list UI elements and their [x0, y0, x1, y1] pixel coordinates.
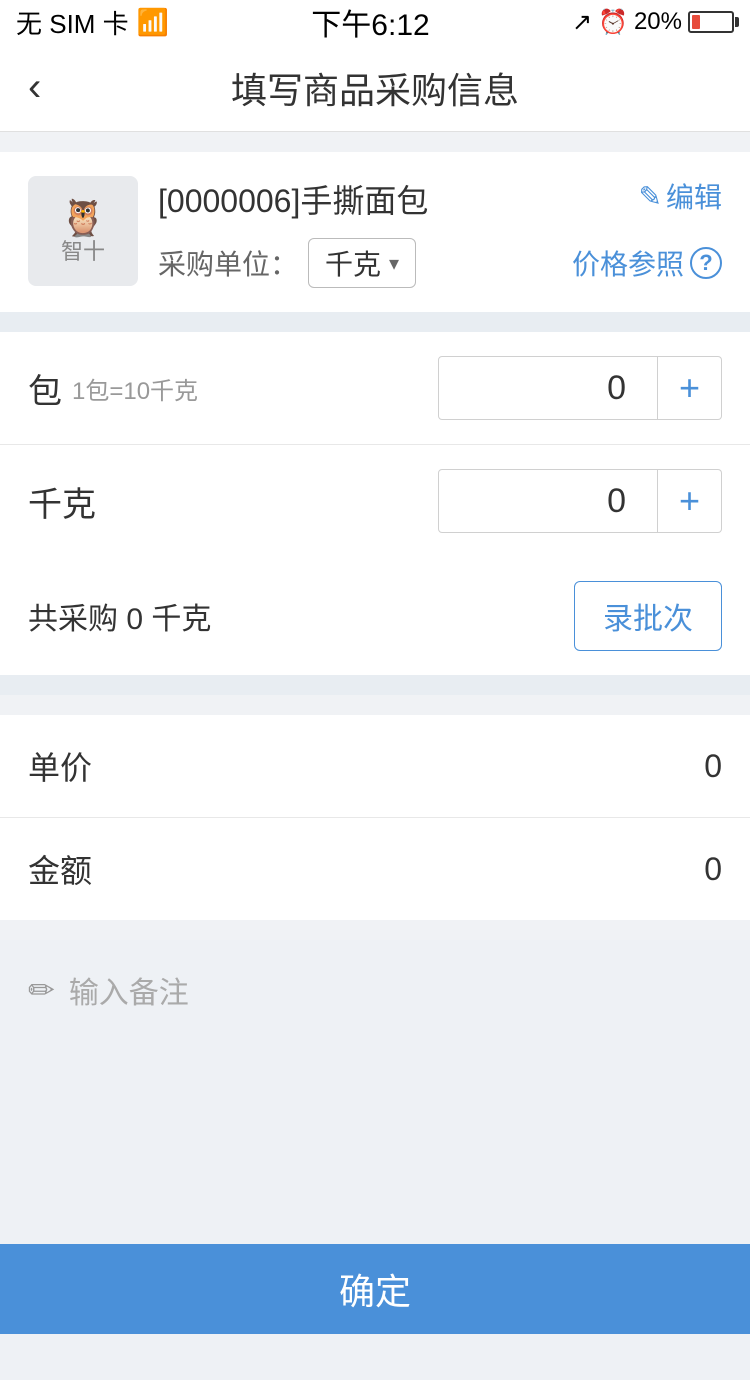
product-card: 🦉 智十 [0000006]手撕面包 ✎ 编辑 采购单位： 千克 ▾ 价格参照 [0, 152, 750, 312]
amount-label: 金额 [28, 846, 92, 892]
wifi-icon: 📶 [137, 7, 169, 38]
unit-value: 千克 [325, 243, 381, 283]
amount-row: 金额 0 [0, 818, 750, 920]
unit-select[interactable]: 千克 ▾ [308, 238, 416, 288]
battery-icon [688, 11, 734, 33]
note-section[interactable]: ✏ 输入备注 [0, 940, 750, 1040]
alarm-icon: ⏰ [598, 8, 628, 37]
confirm-button[interactable]: 确定 [0, 1244, 750, 1334]
sim-status: 无 SIM 卡 [16, 4, 129, 41]
edit-icon: ✎ [639, 180, 662, 213]
kg-plus-button[interactable]: + [658, 469, 722, 533]
amount-value: 0 [704, 851, 722, 888]
price-ref-help-icon: ? [690, 247, 722, 279]
quantity-input-section: 包 1包=10千克 + 千克 + [0, 332, 750, 557]
bag-sub-label: 1包=10千克 [72, 371, 198, 406]
nav-bar: ‹ 填写商品采购信息 [0, 44, 750, 132]
bag-input-control: + [438, 356, 722, 420]
bag-quantity-input[interactable] [438, 356, 658, 420]
section-divider-1 [0, 312, 750, 332]
summary-text: 共采购 0 千克 [28, 594, 211, 638]
status-right: ↗ ⏰ 20% [572, 8, 734, 37]
kg-label: 千克 [28, 477, 96, 526]
edit-button[interactable]: ✎ 编辑 [639, 176, 722, 216]
unit-price-value: 0 [704, 748, 722, 785]
price-ref-label: 价格参照 [572, 243, 684, 283]
product-unit-row: 采购单位： 千克 ▾ 价格参照 ? [158, 238, 722, 288]
page-title: 填写商品采购信息 [231, 62, 519, 114]
bag-input-row: 包 1包=10千克 + [0, 332, 750, 445]
status-time: 下午6:12 [311, 0, 429, 44]
product-name: [0000006]手撕面包 [158, 176, 639, 222]
kg-quantity-input[interactable] [438, 469, 658, 533]
product-thumb-logo: 🦉 智十 [61, 196, 106, 266]
kg-input-control: + [438, 469, 722, 533]
unit-label: 采购单位： [158, 243, 298, 283]
location-icon: ↗ [572, 8, 592, 37]
batch-record-button[interactable]: 录批次 [574, 581, 722, 651]
pencil-icon: ✏ [28, 971, 55, 1009]
edit-label: 编辑 [666, 176, 722, 216]
summary-unit: 千克 [151, 603, 211, 636]
unit-price-label: 单价 [28, 743, 92, 789]
summary-label: 共采购 [28, 603, 118, 636]
product-thumbnail: 🦉 智十 [28, 176, 138, 286]
summary-quantity: 0 [126, 603, 143, 636]
summary-row: 共采购 0 千克 录批次 [0, 557, 750, 675]
note-placeholder: 输入备注 [69, 968, 189, 1012]
dropdown-arrow-icon: ▾ [389, 251, 399, 276]
bag-plus-button[interactable]: + [658, 356, 722, 420]
unit-price-row: 单价 0 [0, 715, 750, 818]
kg-input-row: 千克 + [0, 445, 750, 557]
product-top-row: [0000006]手撕面包 ✎ 编辑 [158, 176, 722, 222]
product-info: [0000006]手撕面包 ✎ 编辑 采购单位： 千克 ▾ 价格参照 ? [158, 176, 722, 288]
confirm-label: 确定 [339, 1263, 411, 1315]
price-section: 单价 0 金额 0 [0, 715, 750, 920]
price-reference-button[interactable]: 价格参照 ? [572, 243, 722, 283]
bag-label: 包 1包=10千克 [28, 364, 198, 413]
section-divider-2 [0, 675, 750, 695]
status-bar: 无 SIM 卡 📶 下午6:12 ↗ ⏰ 20% [0, 0, 750, 44]
battery-percent: 20% [634, 8, 682, 36]
battery-fill [692, 15, 700, 29]
back-button[interactable]: ‹ [28, 65, 41, 110]
status-left: 无 SIM 卡 📶 [16, 4, 169, 41]
